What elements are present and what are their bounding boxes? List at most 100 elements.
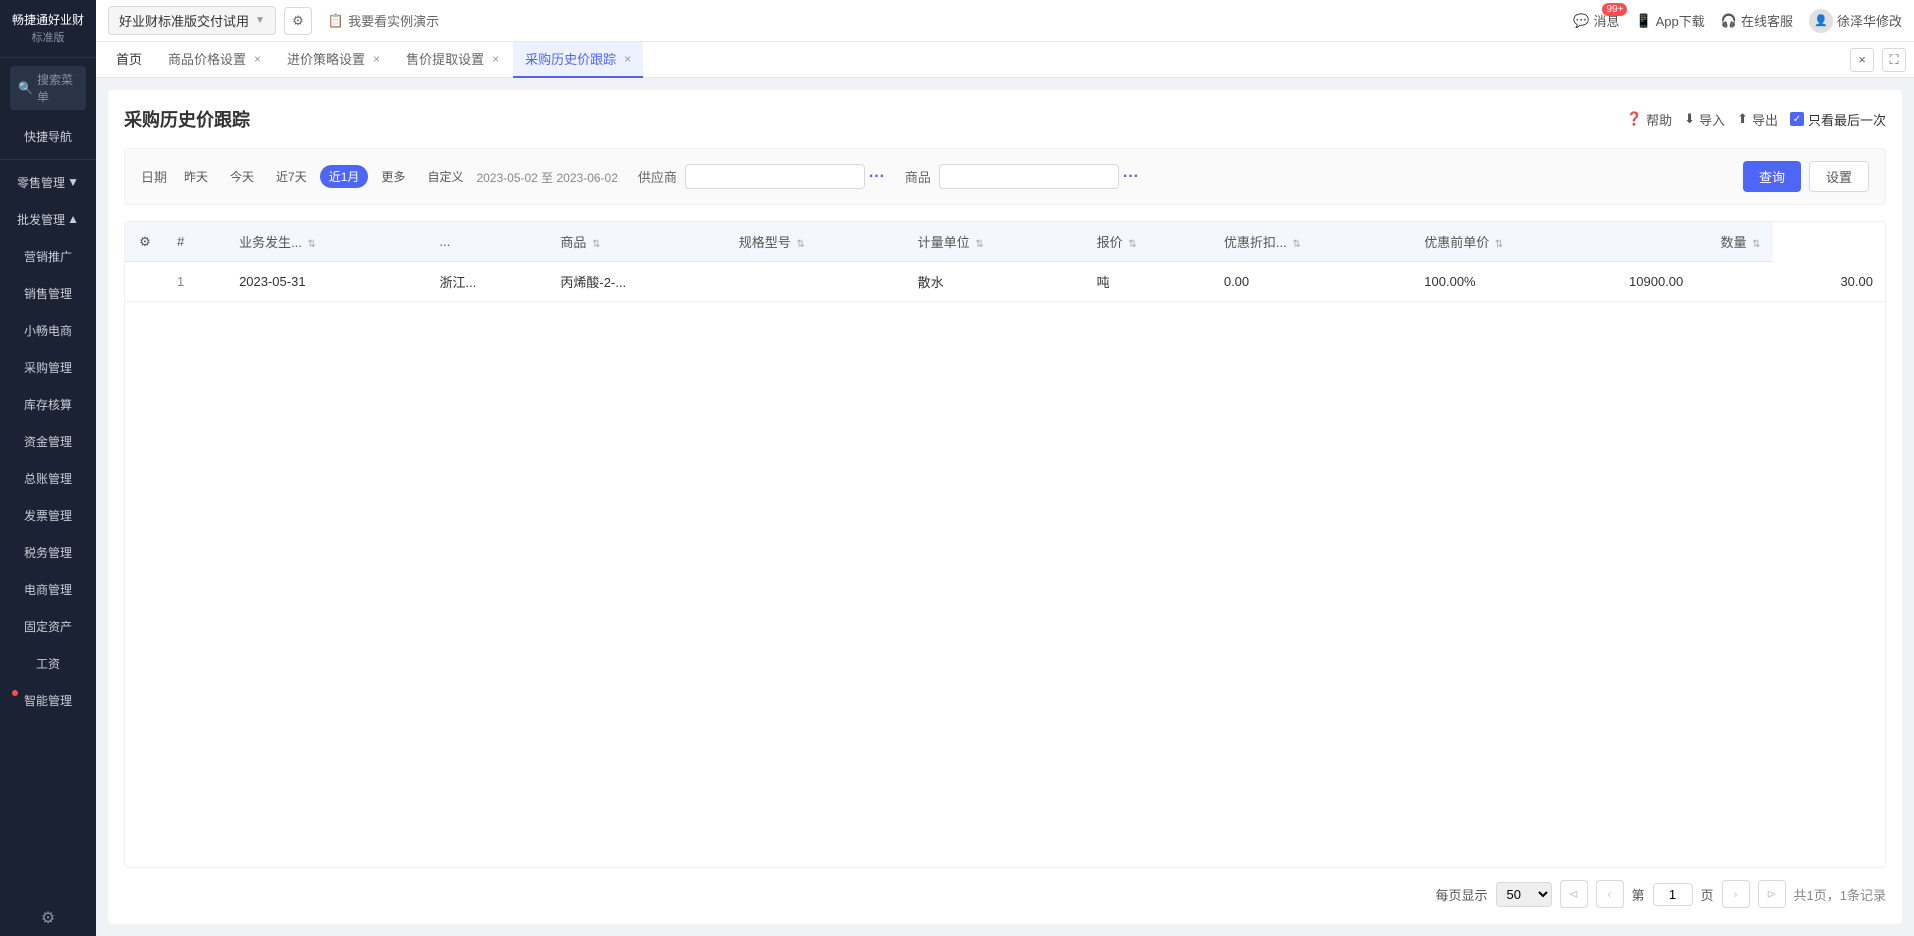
export-icon: ⬆ bbox=[1737, 111, 1748, 127]
tab-sell-price-close[interactable]: × bbox=[492, 52, 499, 66]
supplier-dots-button[interactable]: ··· bbox=[869, 168, 885, 186]
th-goods[interactable]: 商品 ⇅ bbox=[548, 222, 726, 262]
sidebar-gear-icon[interactable]: ⚙ bbox=[41, 910, 55, 927]
sidebar-item-quick-nav[interactable]: 快捷导航 bbox=[0, 118, 96, 155]
table-header-row: ⚙ # 业务发生... ⇅ ... bbox=[125, 222, 1885, 262]
content-area: 采购历史价跟踪 ❓ 帮助 ⬇ 导入 ⬆ 导出 ✓ bbox=[96, 78, 1914, 936]
th-unit[interactable]: 计量单位 ⇅ bbox=[906, 222, 1085, 262]
marketing-label: 营销推广 bbox=[24, 248, 72, 265]
tab-history-price-label: 采购历史价跟踪 bbox=[525, 49, 616, 68]
sidebar: 畅捷通好业财 标准版 🔍 搜索菜单 快捷导航 零售管理 ▼ 批发管理 ▲ 营销推… bbox=[0, 0, 96, 936]
cell-pre-discount-price: 10900.00 bbox=[1617, 262, 1772, 302]
last-page-button[interactable]: ⊳ bbox=[1758, 880, 1786, 908]
import-button[interactable]: ⬇ 导入 bbox=[1684, 110, 1725, 129]
sidebar-item-marketing[interactable]: 营销推广 bbox=[0, 238, 96, 275]
message-button[interactable]: 💬 消息 99+ bbox=[1573, 11, 1619, 30]
date-btn-custom[interactable]: 自定义 bbox=[418, 165, 472, 188]
th-goods-sort-icon: ⇅ bbox=[592, 239, 600, 250]
sidebar-item-ledger[interactable]: 总账管理 bbox=[0, 460, 96, 497]
th-quantity[interactable]: 数量 ⇅ bbox=[1617, 222, 1772, 262]
tab-sell-price[interactable]: 售价提取设置 × bbox=[394, 42, 511, 78]
payroll-label: 工资 bbox=[36, 655, 60, 672]
th-date[interactable]: 业务发生... ⇅ bbox=[227, 222, 427, 262]
table-row: 1 2023-05-31 浙江... 丙烯酸-2-... 散水 吨 0.00 1… bbox=[125, 262, 1885, 302]
tab-purchase-strategy-label: 进价策略设置 bbox=[287, 49, 365, 68]
th-price-sort-icon: ⇅ bbox=[1128, 239, 1136, 250]
sidebar-item-finance[interactable]: 资金管理 bbox=[0, 423, 96, 460]
tab-purchase-strategy[interactable]: 进价策略设置 × bbox=[275, 42, 392, 78]
th-dots[interactable]: ... bbox=[428, 222, 549, 262]
filter-actions: 查询 设置 bbox=[1743, 161, 1869, 192]
demo-icon: 📋 bbox=[328, 13, 344, 29]
tab-history-price-close[interactable]: × bbox=[624, 52, 631, 66]
message-icon: 💬 bbox=[1573, 13, 1589, 29]
th-spec-sort-icon: ⇅ bbox=[796, 239, 804, 250]
ledger-label: 总账管理 bbox=[24, 470, 72, 487]
product-arrow-icon: ▼ bbox=[255, 15, 265, 26]
supplier-label: 供应商 bbox=[638, 167, 677, 186]
date-btn-more[interactable]: 更多 bbox=[372, 165, 414, 188]
export-button[interactable]: ⬆ 导出 bbox=[1737, 110, 1778, 129]
online-service-button[interactable]: 🎧 在线客服 bbox=[1721, 11, 1793, 30]
per-page-select[interactable]: 50 10 20 100 bbox=[1496, 882, 1552, 907]
goods-dots-button[interactable]: ··· bbox=[1123, 168, 1139, 186]
sidebar-item-fixed-assets[interactable]: 固定资产 bbox=[0, 608, 96, 645]
goods-input[interactable] bbox=[939, 164, 1119, 189]
sidebar-item-wholesale[interactable]: 批发管理 ▲ bbox=[0, 201, 96, 238]
date-options: 昨天 今天 近7天 近1月 更多 自定义 2023-05-02 至 2023-0… bbox=[175, 165, 618, 188]
sidebar-item-purchase[interactable]: 采购管理 bbox=[0, 349, 96, 386]
date-btn-last7[interactable]: 近7天 bbox=[267, 165, 316, 188]
cell-spec bbox=[727, 262, 906, 302]
th-gear[interactable]: ⚙ bbox=[125, 222, 165, 262]
sidebar-search[interactable]: 🔍 搜索菜单 bbox=[0, 58, 96, 118]
settings-button[interactable]: 设置 bbox=[1809, 161, 1869, 192]
th-discount[interactable]: 优惠折扣... ⇅ bbox=[1212, 222, 1412, 262]
sidebar-item-ecom[interactable]: 电商管理 bbox=[0, 571, 96, 608]
query-button[interactable]: 查询 bbox=[1743, 161, 1801, 192]
page-input[interactable] bbox=[1653, 883, 1693, 906]
tab-history-price[interactable]: 采购历史价跟踪 × bbox=[513, 42, 643, 78]
finance-label: 资金管理 bbox=[24, 433, 72, 450]
goods-filter-group: 商品 ··· bbox=[905, 164, 1139, 189]
only-last-checkbox[interactable]: ✓ 只看最后一次 bbox=[1790, 110, 1886, 129]
prev-page-button[interactable]: ‹ bbox=[1596, 880, 1624, 908]
sidebar-item-smart[interactable]: 智能管理 bbox=[0, 682, 96, 719]
user-menu[interactable]: 👤 徐泽华修改 bbox=[1809, 9, 1902, 33]
sidebar-item-inventory[interactable]: 库存核算 bbox=[0, 386, 96, 423]
tab-price[interactable]: 商品价格设置 × bbox=[156, 42, 273, 78]
date-btn-today[interactable]: 今天 bbox=[221, 165, 263, 188]
sidebar-item-sales[interactable]: 销售管理 bbox=[0, 275, 96, 312]
tab-maximize-button[interactable]: ⛶ bbox=[1882, 48, 1906, 72]
th-pre-discount-price[interactable]: 优惠前单价 ⇅ bbox=[1412, 222, 1617, 262]
topbar-settings-button[interactable]: ⚙ bbox=[284, 7, 312, 35]
supplier-input[interactable] bbox=[685, 164, 865, 189]
sales-label: 销售管理 bbox=[24, 285, 72, 302]
date-btn-last1m[interactable]: 近1月 bbox=[320, 165, 369, 188]
date-btn-yesterday[interactable]: 昨天 bbox=[175, 165, 217, 188]
sidebar-item-payroll[interactable]: 工资 bbox=[0, 645, 96, 682]
tab-purchase-strategy-close[interactable]: × bbox=[373, 52, 380, 66]
import-icon: ⬇ bbox=[1684, 111, 1695, 127]
sidebar-item-invoice[interactable]: 发票管理 bbox=[0, 497, 96, 534]
next-page-button[interactable]: › bbox=[1722, 880, 1750, 908]
search-menu-button[interactable]: 🔍 搜索菜单 bbox=[10, 66, 86, 110]
cell-unit: 散水 bbox=[906, 262, 1085, 302]
smart-label: 智能管理 bbox=[24, 692, 72, 709]
demo-link[interactable]: 📋 我要看实例演示 bbox=[328, 11, 439, 30]
topbar: 好业财标准版交付试用 ▼ ⚙ 📋 我要看实例演示 💬 消息 99+ 📱 App下… bbox=[96, 0, 1914, 42]
app-download-button[interactable]: 📱 App下载 bbox=[1635, 11, 1704, 30]
sidebar-item-tax[interactable]: 税务管理 bbox=[0, 534, 96, 571]
tab-close-button[interactable]: × bbox=[1850, 48, 1874, 72]
help-button[interactable]: ❓ 帮助 bbox=[1626, 110, 1672, 129]
sidebar-item-ecom-small[interactable]: 小畅电商 bbox=[0, 312, 96, 349]
tab-price-close[interactable]: × bbox=[254, 52, 261, 66]
tab-home[interactable]: 首页 bbox=[104, 42, 154, 78]
th-price[interactable]: 报价 ⇅ bbox=[1085, 222, 1212, 262]
sidebar-item-retail[interactable]: 零售管理 ▼ bbox=[0, 164, 96, 201]
page-actions: ❓ 帮助 ⬇ 导入 ⬆ 导出 ✓ 只看最后一次 bbox=[1626, 110, 1886, 129]
first-page-button[interactable]: ⊲ bbox=[1560, 880, 1588, 908]
tax-label: 税务管理 bbox=[24, 544, 72, 561]
product-selector[interactable]: 好业财标准版交付试用 ▼ bbox=[108, 6, 276, 35]
th-spec[interactable]: 规格型号 ⇅ bbox=[727, 222, 906, 262]
th-number-label: # bbox=[177, 234, 184, 249]
